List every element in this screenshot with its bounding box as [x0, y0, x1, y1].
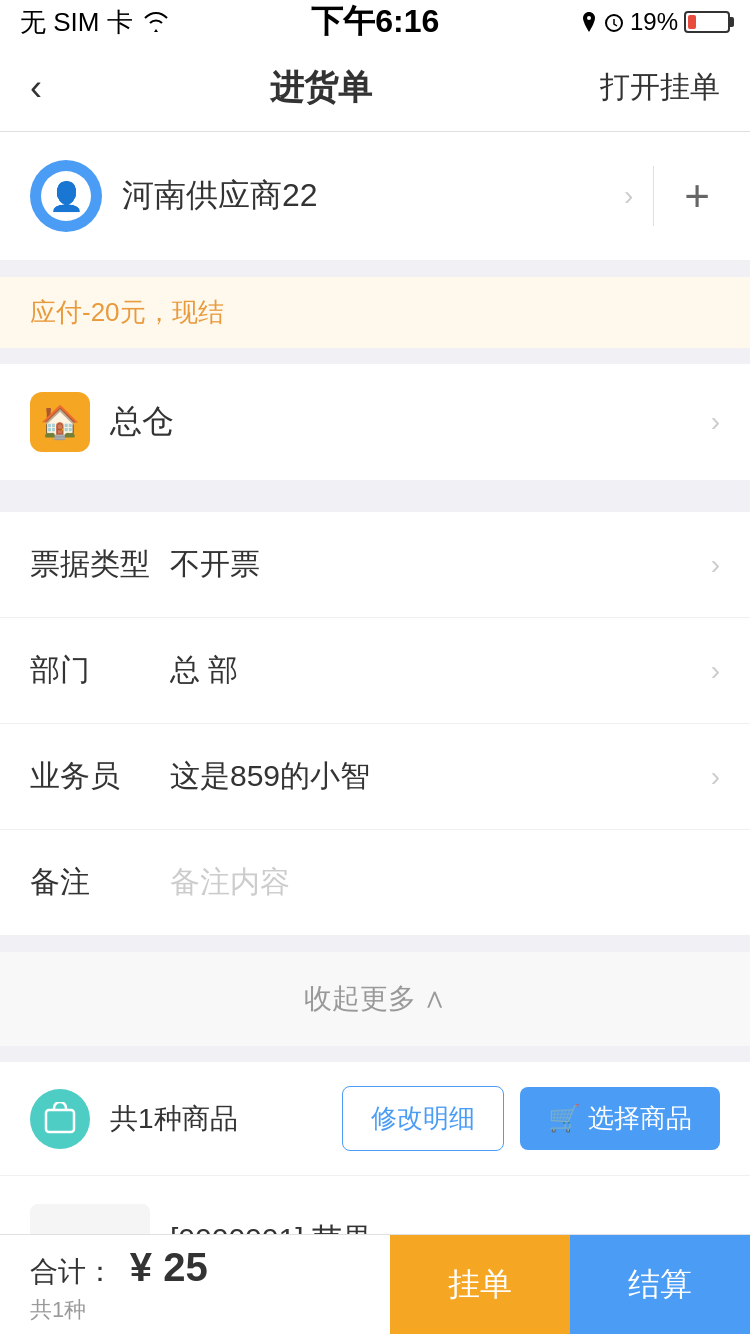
product-section-icon — [30, 1089, 90, 1149]
status-time: 下午6:16 — [311, 0, 439, 44]
dept-value: 总 部 — [170, 650, 711, 691]
total-sub: 共1种 — [30, 1295, 360, 1325]
sales-value: 这是859的小智 — [170, 756, 711, 797]
dept-chevron-icon: › — [711, 655, 720, 687]
collapse-label: 收起更多 ∧ — [304, 983, 447, 1014]
form-card: 票据类型 不开票 › 部门 总 部 › 业务员 这是859的小智 › 备注 备注… — [0, 512, 750, 936]
notice-text: 应付-20元，现结 — [30, 297, 224, 327]
warehouse-row[interactable]: 🏠 总仓 › — [0, 364, 750, 480]
supplier-avatar: 👤 — [30, 160, 102, 232]
status-right: 19% — [580, 8, 730, 36]
collapse-bar[interactable]: 收起更多 ∧ — [0, 952, 750, 1046]
warehouse-chevron-icon: › — [711, 406, 720, 438]
warehouse-name: 总仓 — [110, 400, 711, 444]
select-product-label: 选择商品 — [588, 1101, 692, 1136]
back-button[interactable]: ‹ — [30, 67, 42, 109]
total-section: 合计： ¥ 25 共1种 — [0, 1245, 390, 1325]
alarm-icon — [604, 11, 624, 33]
avatar-inner: 👤 — [41, 171, 91, 221]
wifi-icon — [141, 11, 171, 33]
supplier-row[interactable]: 👤 河南供应商22 › + — [0, 132, 750, 261]
total-row: 合计： ¥ 25 — [30, 1245, 360, 1291]
edit-detail-button[interactable]: 修改明细 — [342, 1086, 504, 1151]
battery-fill — [688, 15, 696, 29]
page-title: 进货单 — [270, 65, 372, 111]
supplier-name: 河南供应商22 — [122, 174, 624, 218]
location-icon — [580, 11, 598, 33]
warehouse-icon: 🏠 — [30, 392, 90, 452]
status-bar: 无 SIM 卡 下午6:16 19% — [0, 0, 750, 44]
sales-label: 业务员 — [30, 756, 170, 797]
separator — [0, 496, 750, 512]
open-hold-button[interactable]: 打开挂单 — [600, 67, 720, 108]
select-product-button[interactable]: 🛒 选择商品 — [520, 1087, 720, 1150]
remark-input[interactable]: 备注内容 — [170, 862, 720, 903]
nav-bar: ‹ 进货单 打开挂单 — [0, 44, 750, 132]
svg-point-0 — [587, 16, 591, 20]
total-amount: ¥ 25 — [130, 1245, 208, 1289]
add-supplier-button[interactable]: + — [674, 171, 720, 221]
bottom-bar: 合计： ¥ 25 共1种 挂单 结算 — [0, 1234, 750, 1334]
product-count-label: 共1种商品 — [110, 1100, 342, 1138]
supplier-chevron-icon: › — [624, 180, 633, 212]
battery-icon — [684, 11, 730, 33]
divider — [653, 166, 654, 226]
remark-row[interactable]: 备注 备注内容 — [0, 830, 750, 936]
invoice-chevron-icon: › — [711, 549, 720, 581]
invoice-label: 票据类型 — [30, 544, 170, 585]
supplier-card: 👤 河南供应商22 › + — [0, 132, 750, 261]
status-left: 无 SIM 卡 — [20, 5, 171, 40]
dept-label: 部门 — [30, 650, 170, 691]
hold-button[interactable]: 挂单 — [390, 1235, 570, 1335]
remark-label: 备注 — [30, 862, 170, 903]
checkout-button[interactable]: 结算 — [570, 1235, 750, 1335]
total-label: 合计： — [30, 1256, 114, 1287]
sales-row[interactable]: 业务员 这是859的小智 › — [0, 724, 750, 830]
svg-rect-2 — [46, 1110, 74, 1132]
sales-chevron-icon: › — [711, 761, 720, 793]
invoice-value: 不开票 — [170, 544, 711, 585]
avatar-person-icon: 👤 — [49, 180, 84, 213]
cart-icon: 🛒 — [548, 1103, 580, 1134]
content-area: 👤 河南供应商22 › + 应付-20元，现结 🏠 总仓 › 票据类型 不开票 … — [0, 132, 750, 1334]
carrier-text: 无 SIM 卡 — [20, 5, 133, 40]
battery-text: 19% — [630, 8, 678, 36]
notice-bar: 应付-20元，现结 — [0, 277, 750, 348]
invoice-row[interactable]: 票据类型 不开票 › — [0, 512, 750, 618]
product-header: 共1种商品 修改明细 🛒 选择商品 — [0, 1062, 750, 1176]
dept-row[interactable]: 部门 总 部 › — [0, 618, 750, 724]
